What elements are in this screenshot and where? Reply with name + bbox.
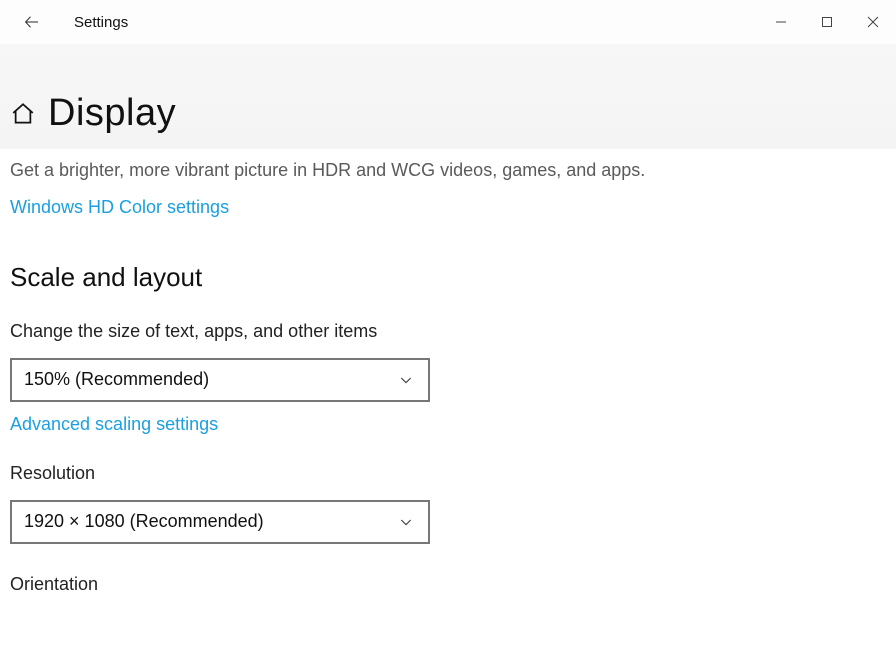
text-size-value: 150% (Recommended): [24, 369, 209, 390]
chevron-down-icon: [398, 514, 414, 530]
hd-color-settings-link[interactable]: Windows HD Color settings: [10, 197, 229, 218]
header-band: Display: [0, 44, 896, 149]
resolution-label: Resolution: [10, 463, 886, 484]
page-title: Display: [48, 92, 176, 135]
advanced-scaling-link[interactable]: Advanced scaling settings: [10, 414, 218, 435]
header-row: Display: [10, 92, 886, 135]
close-button[interactable]: [850, 0, 896, 44]
hdr-description: Get a brighter, more vibrant picture in …: [10, 157, 650, 185]
close-icon: [867, 16, 879, 28]
text-size-dropdown[interactable]: 150% (Recommended): [10, 358, 430, 402]
window-title: Settings: [74, 14, 128, 31]
content-area: Get a brighter, more vibrant picture in …: [0, 149, 896, 595]
home-icon: [10, 101, 36, 127]
orientation-label: Orientation: [10, 574, 886, 595]
window-controls: [758, 0, 896, 44]
resolution-dropdown[interactable]: 1920 × 1080 (Recommended): [10, 500, 430, 544]
text-size-label: Change the size of text, apps, and other…: [10, 321, 886, 342]
scale-layout-heading: Scale and layout: [10, 262, 886, 293]
arrow-left-icon: [23, 13, 41, 31]
maximize-icon: [821, 16, 833, 28]
titlebar: Settings: [0, 0, 896, 44]
maximize-button[interactable]: [804, 0, 850, 44]
resolution-value: 1920 × 1080 (Recommended): [24, 511, 264, 532]
chevron-down-icon: [398, 372, 414, 388]
minimize-button[interactable]: [758, 0, 804, 44]
minimize-icon: [775, 16, 787, 28]
back-button[interactable]: [18, 8, 46, 36]
